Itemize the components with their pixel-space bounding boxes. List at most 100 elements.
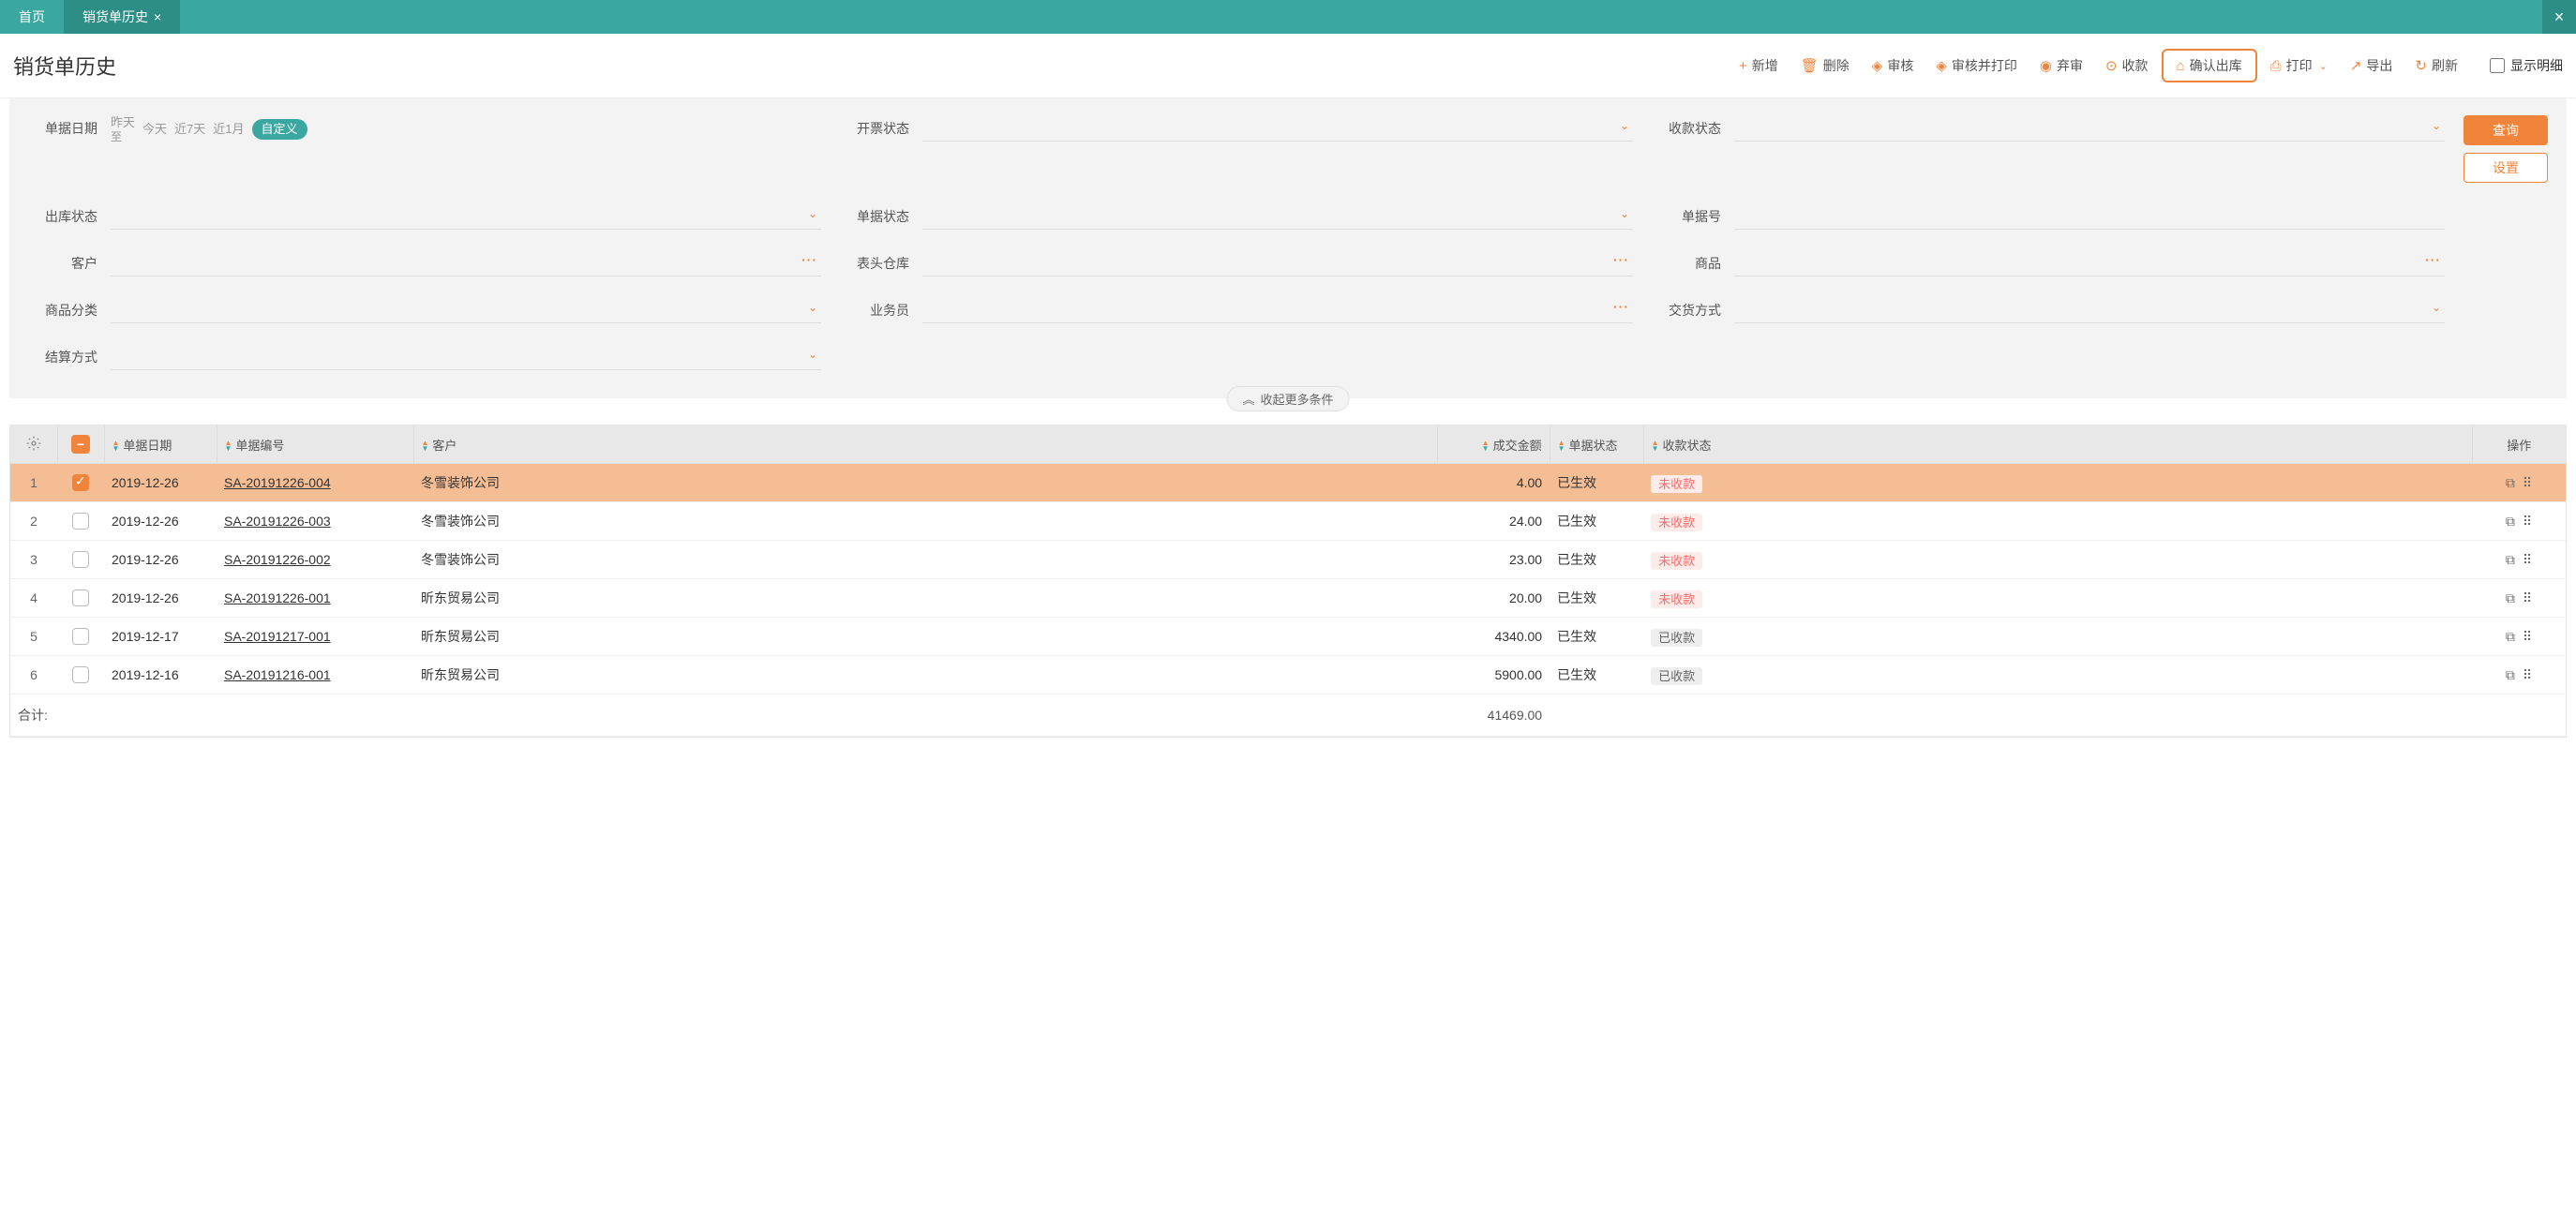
- select-all-header[interactable]: −: [57, 425, 104, 464]
- close-all-icon[interactable]: ×: [2542, 0, 2576, 34]
- print-button[interactable]: ⎙打印⌄: [2261, 51, 2337, 81]
- receive-status-select[interactable]: ⌄: [1734, 115, 2445, 142]
- table-row[interactable]: 32019-12-26SA-20191226-002冬雪装饰公司23.00已生效…: [10, 541, 2566, 579]
- more-icon[interactable]: ⠿: [2523, 475, 2532, 491]
- invoice-status-select[interactable]: ⌄: [922, 115, 1633, 142]
- chip-yesterday[interactable]: 昨天至: [111, 115, 135, 143]
- ellipsis-icon[interactable]: ···: [1613, 252, 1629, 267]
- shield-print-icon: ◈: [1936, 57, 1947, 74]
- doc-status-select[interactable]: ⌄: [922, 203, 1633, 230]
- ellipsis-icon[interactable]: ···: [2425, 252, 2441, 267]
- chip-1month[interactable]: 近1月: [213, 122, 244, 137]
- header-date[interactable]: ▲▼单据日期: [104, 425, 217, 464]
- docno-link[interactable]: SA-20191226-001: [224, 590, 331, 605]
- docno-link[interactable]: SA-20191226-003: [224, 514, 331, 529]
- filter-settlement: 结算方式 ⌄: [28, 344, 821, 370]
- header-ops: 操作: [2472, 425, 2566, 464]
- doc-no-input[interactable]: [1734, 203, 2445, 230]
- confirm-out-button[interactable]: ⌂确认出库: [2162, 49, 2257, 82]
- show-detail-checkbox[interactable]: [2490, 58, 2505, 73]
- audit-button[interactable]: ◈审核: [1863, 51, 1924, 81]
- detail-icon[interactable]: ⧉: [2506, 514, 2515, 530]
- detail-icon[interactable]: ⧉: [2506, 552, 2515, 568]
- more-icon[interactable]: ⠿: [2523, 590, 2532, 606]
- delete-button[interactable]: 🗑删除: [1791, 51, 1859, 81]
- detail-icon[interactable]: ⧉: [2506, 629, 2515, 645]
- chip-custom[interactable]: 自定义: [252, 119, 307, 140]
- receive-button[interactable]: ⊙收款: [2096, 51, 2158, 81]
- warehouse-icon: ⌂: [2177, 58, 2185, 74]
- docno-link[interactable]: SA-20191226-004: [224, 475, 331, 490]
- column-settings-header[interactable]: [10, 425, 57, 464]
- ellipsis-icon[interactable]: ···: [1613, 299, 1629, 314]
- filter-product: 商品 ···: [1652, 250, 2445, 276]
- chip-7days[interactable]: 近7天: [174, 122, 205, 137]
- table-row[interactable]: 42019-12-26SA-20191226-001昕东贸易公司20.00已生效…: [10, 579, 2566, 618]
- chevron-down-icon: ⌄: [2319, 60, 2328, 72]
- more-icon[interactable]: ⠿: [2523, 629, 2532, 645]
- header-customer[interactable]: ▲▼客户: [413, 425, 1437, 464]
- warehouse-input[interactable]: ···: [922, 250, 1633, 276]
- table-row[interactable]: 22019-12-26SA-20191226-003冬雪装饰公司24.00已生效…: [10, 502, 2566, 541]
- docno-link[interactable]: SA-20191217-001: [224, 629, 331, 644]
- salesperson-input[interactable]: ···: [922, 297, 1633, 323]
- filter-receive-status: 收款状态 ⌄: [1652, 115, 2445, 142]
- cell-status: 已生效: [1550, 541, 1643, 579]
- row-checkbox[interactable]: [72, 628, 89, 645]
- docno-link[interactable]: SA-20191226-002: [224, 552, 331, 567]
- discard-icon: ◉: [2040, 57, 2052, 74]
- collapse-button[interactable]: ︽ 收起更多条件: [1226, 386, 1349, 411]
- audit-print-button[interactable]: ◈审核并打印: [1926, 51, 2027, 81]
- cell-status: 已生效: [1550, 464, 1643, 502]
- category-select[interactable]: ⌄: [111, 297, 821, 323]
- cell-amount: 23.00: [1437, 541, 1550, 579]
- row-checkbox[interactable]: [72, 513, 89, 530]
- docno-link[interactable]: SA-20191216-001: [224, 667, 331, 682]
- row-checkbox[interactable]: [72, 474, 89, 491]
- more-icon[interactable]: ⠿: [2523, 667, 2532, 683]
- add-button[interactable]: +新增: [1730, 51, 1788, 81]
- table-row[interactable]: 12019-12-26SA-20191226-004冬雪装饰公司4.00已生效未…: [10, 464, 2566, 502]
- table-row[interactable]: 52019-12-17SA-20191217-001昕东贸易公司4340.00已…: [10, 618, 2566, 656]
- out-status-select[interactable]: ⌄: [111, 203, 821, 230]
- row-number: 2: [10, 502, 57, 541]
- more-icon[interactable]: ⠿: [2523, 514, 2532, 530]
- payment-badge: 未收款: [1651, 514, 1702, 531]
- refresh-icon: ↻: [2415, 57, 2427, 74]
- payment-badge: 未收款: [1651, 552, 1702, 570]
- header-amount[interactable]: ▲▼成交金额: [1437, 425, 1550, 464]
- chevron-up-icon: ︽: [1242, 390, 1254, 408]
- payment-badge: 已收款: [1651, 667, 1702, 685]
- row-checkbox[interactable]: [72, 590, 89, 606]
- detail-icon[interactable]: ⧉: [2506, 475, 2515, 491]
- header-status[interactable]: ▲▼单据状态: [1550, 425, 1643, 464]
- query-button[interactable]: 查询: [2464, 115, 2548, 145]
- chevron-down-icon: ⌄: [2432, 119, 2441, 132]
- delivery-select[interactable]: ⌄: [1734, 297, 2445, 323]
- cell-amount: 4340.00: [1437, 618, 1550, 656]
- detail-icon[interactable]: ⧉: [2506, 667, 2515, 683]
- row-number: 1: [10, 464, 57, 502]
- ellipsis-icon[interactable]: ···: [801, 252, 817, 267]
- settings-button[interactable]: 设置: [2464, 153, 2548, 183]
- tab-sales-history[interactable]: 销货单历史 ×: [64, 0, 180, 34]
- discard-button[interactable]: ◉弃审: [2030, 51, 2092, 81]
- close-icon[interactable]: ×: [154, 9, 161, 24]
- more-icon[interactable]: ⠿: [2523, 552, 2532, 568]
- cell-status: 已生效: [1550, 656, 1643, 694]
- customer-input[interactable]: ···: [111, 250, 821, 276]
- row-checkbox[interactable]: [72, 666, 89, 683]
- chip-today[interactable]: 今天: [142, 122, 167, 137]
- row-checkbox[interactable]: [72, 551, 89, 568]
- table-row[interactable]: 62019-12-16SA-20191216-001昕东贸易公司5900.00已…: [10, 656, 2566, 694]
- header-docno[interactable]: ▲▼单据编号: [217, 425, 413, 464]
- show-detail-toggle[interactable]: 显示明细: [2490, 56, 2563, 75]
- detail-icon[interactable]: ⧉: [2506, 590, 2515, 606]
- export-button[interactable]: ↗导出: [2341, 51, 2403, 81]
- header-paystatus[interactable]: ▲▼收款状态: [1643, 425, 2472, 464]
- settlement-select[interactable]: ⌄: [111, 344, 821, 370]
- filter-category: 商品分类 ⌄: [28, 297, 821, 323]
- tab-home[interactable]: 首页: [0, 0, 64, 34]
- refresh-button[interactable]: ↻刷新: [2405, 51, 2467, 81]
- product-input[interactable]: ···: [1734, 250, 2445, 276]
